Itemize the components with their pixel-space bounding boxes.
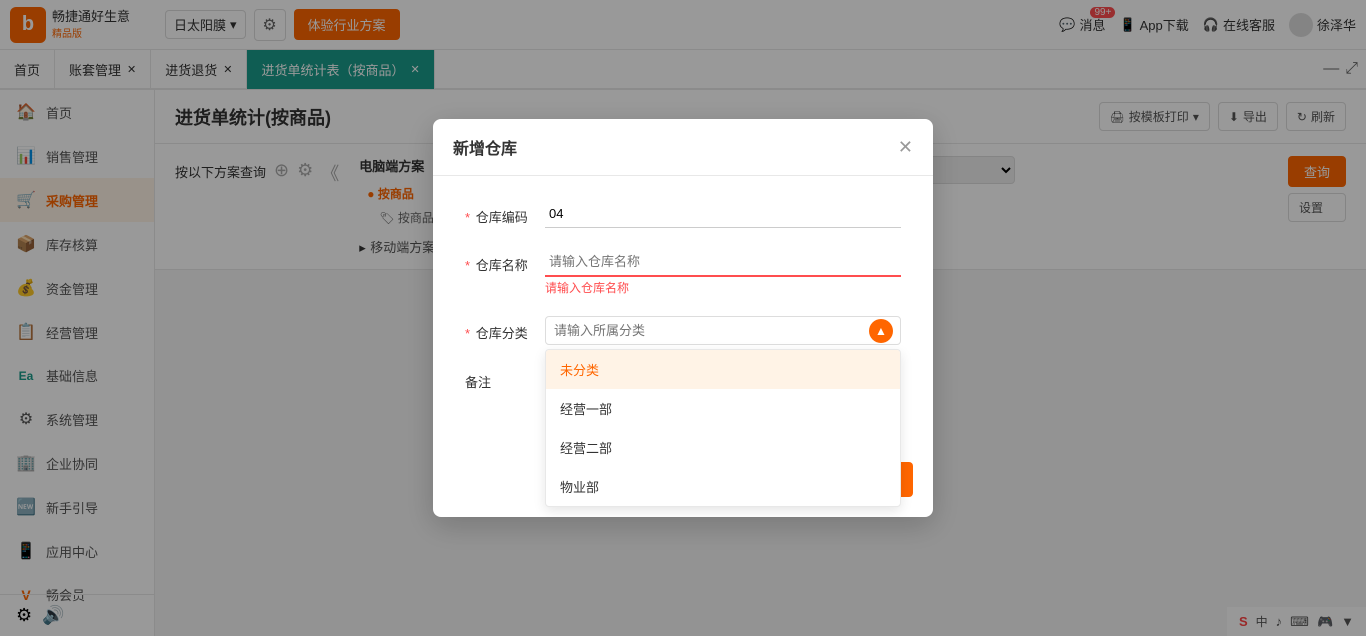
modal-overlay[interactable]: 新增仓库 ✕ * 仓库编码 * 仓库名称: [0, 0, 1366, 636]
dropdown-item-uncategorized[interactable]: 未分类: [546, 350, 900, 389]
category-label: * 仓库分类: [465, 316, 545, 342]
name-input-wrap: 请输入仓库名称: [545, 248, 901, 296]
form-row-code: * 仓库编码: [465, 200, 901, 228]
name-input[interactable]: [545, 248, 901, 277]
name-error-msg: 请输入仓库名称: [545, 279, 901, 296]
modal-dialog: 新增仓库 ✕ * 仓库编码 * 仓库名称: [433, 119, 933, 517]
modal-close-button[interactable]: ✕: [898, 138, 913, 156]
code-label: * 仓库编码: [465, 200, 545, 226]
note-label: 备注: [465, 365, 545, 391]
code-input-wrap: [545, 200, 901, 228]
dropdown-item-dept1[interactable]: 经营一部: [546, 389, 900, 428]
category-toggle-btn[interactable]: ▲: [869, 319, 893, 343]
form-row-name: * 仓库名称 请输入仓库名称: [465, 248, 901, 296]
form-row-category: * 仓库分类 ▲ 未分类 经营一部 经营二部: [465, 316, 901, 345]
category-input[interactable]: [545, 316, 901, 345]
modal-title: 新增仓库: [453, 135, 517, 159]
modal-header: 新增仓库 ✕: [433, 119, 933, 176]
category-dropdown: 未分类 经营一部 经营二部 物业部: [545, 349, 901, 507]
code-input[interactable]: [545, 200, 901, 228]
dropdown-item-dept2[interactable]: 经营二部: [546, 428, 900, 467]
category-input-wrap: ▲ 未分类 经营一部 经营二部 物业部: [545, 316, 901, 345]
dropdown-item-property[interactable]: 物业部: [546, 467, 900, 506]
modal-body: * 仓库编码 * 仓库名称 请输入仓库名称: [433, 176, 933, 450]
name-label: * 仓库名称: [465, 248, 545, 274]
